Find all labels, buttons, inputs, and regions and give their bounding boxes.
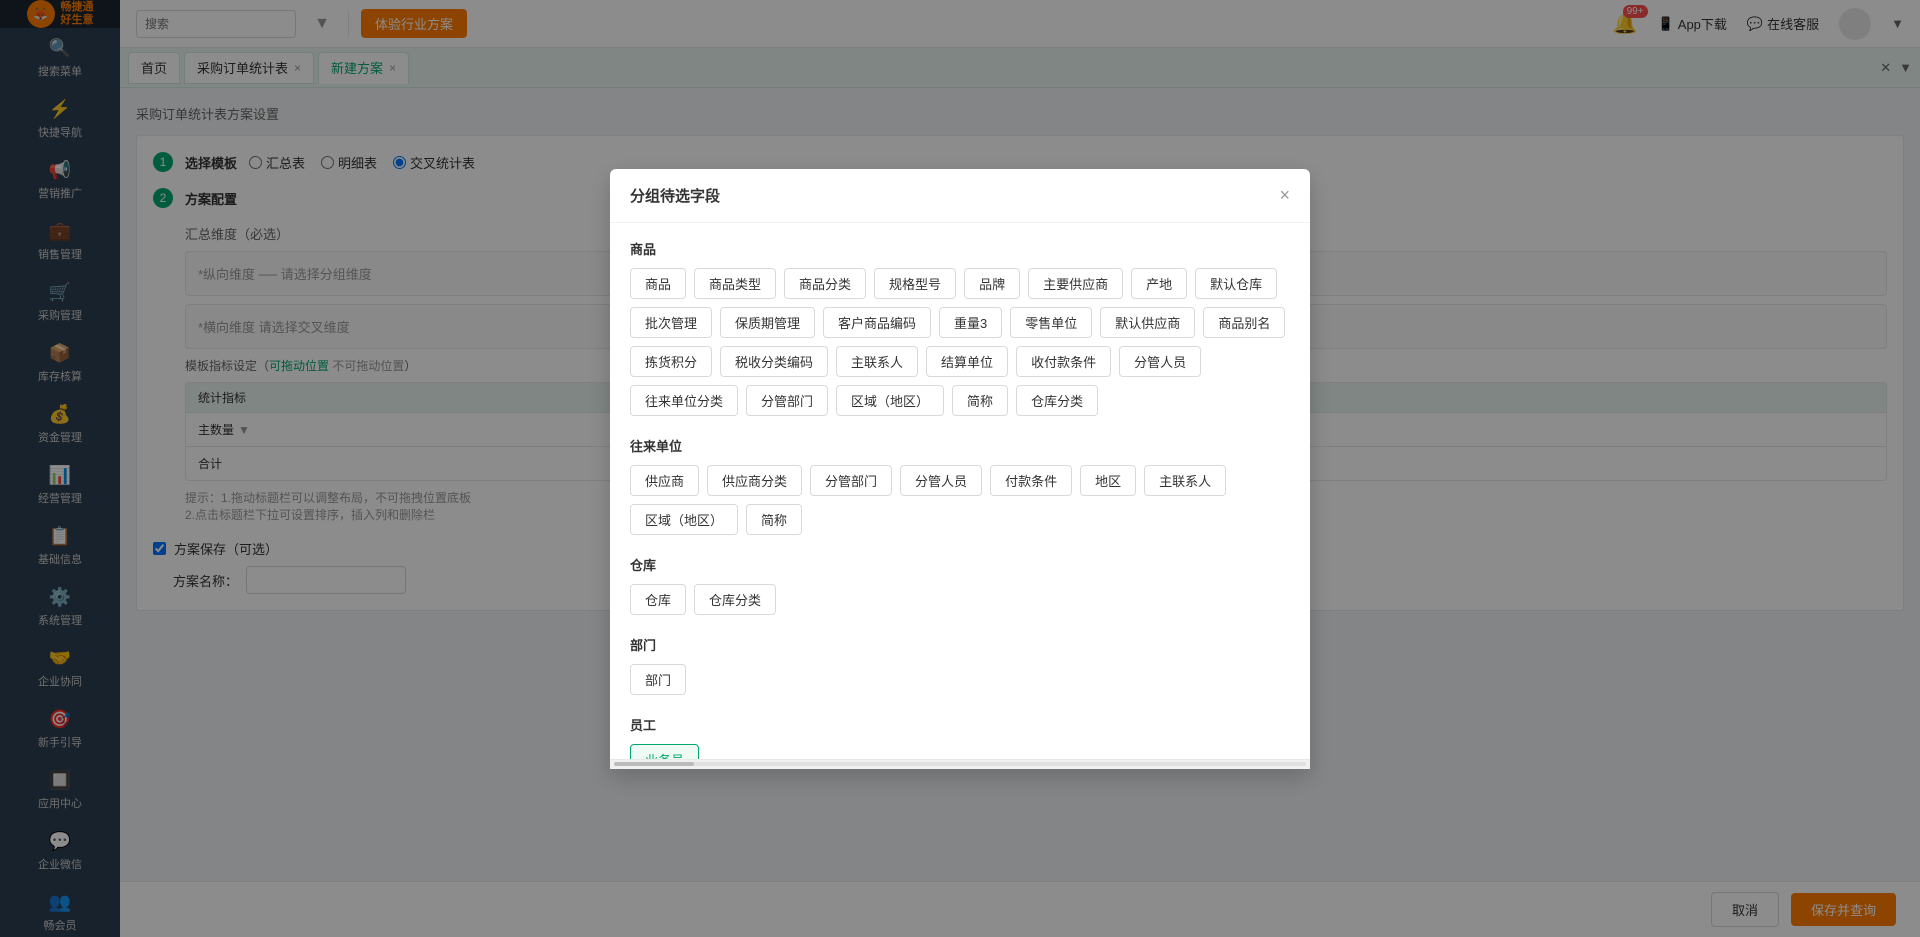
tag-region2[interactable]: 区域（地区）	[630, 504, 738, 535]
tag-origin[interactable]: 产地	[1131, 268, 1187, 299]
hscroll-track	[614, 762, 1306, 766]
tag-short-name[interactable]: 简称	[952, 385, 1008, 416]
tag-product-alias[interactable]: 商品别名	[1203, 307, 1285, 338]
modal-close-button[interactable]: ×	[1279, 185, 1290, 206]
tag-warehouse-cat[interactable]: 仓库分类	[694, 584, 776, 615]
tag-expiry-mgmt[interactable]: 保质期管理	[720, 307, 815, 338]
section-product-title: 商品	[630, 239, 1290, 258]
modal-hscrollbar[interactable]	[610, 759, 1310, 768]
tag-warehouse[interactable]: 仓库	[630, 584, 686, 615]
tag-department[interactable]: 部门	[630, 664, 686, 695]
hscroll-thumb	[614, 762, 694, 766]
section-partner-title: 往来单位	[630, 436, 1290, 455]
tag-batch-mgmt[interactable]: 批次管理	[630, 307, 712, 338]
tag-area[interactable]: 地区	[1080, 465, 1136, 496]
section-partner-tags: 供应商 供应商分类 分管部门 分管人员 付款条件 地区 主联系人 区域（地区） …	[630, 465, 1290, 535]
tag-payment-cond[interactable]: 付款条件	[990, 465, 1072, 496]
tag-payment-terms[interactable]: 收付款条件	[1016, 346, 1111, 377]
tag-manage-person[interactable]: 分管人员	[900, 465, 982, 496]
modal-title: 分组待选字段	[630, 185, 720, 206]
tag-partner-category[interactable]: 往来单位分类	[630, 385, 738, 416]
modal: 分组待选字段 × 商品 商品 商品类型 商品分类 规格型号 品牌 主要供应商 产…	[610, 169, 1310, 769]
tag-short-name2[interactable]: 简称	[746, 504, 802, 535]
section-staff: 员工 业务员	[630, 715, 1290, 760]
tag-weight[interactable]: 重量3	[939, 307, 1002, 338]
section-partner: 往来单位 供应商 供应商分类 分管部门 分管人员 付款条件 地区 主联系人 区域…	[630, 436, 1290, 535]
tag-product[interactable]: 商品	[630, 268, 686, 299]
tag-manage-dept[interactable]: 分管部门	[810, 465, 892, 496]
section-warehouse-title: 仓库	[630, 555, 1290, 574]
tag-pick-points[interactable]: 拣货积分	[630, 346, 712, 377]
tag-tax-code[interactable]: 税收分类编码	[720, 346, 828, 377]
section-product: 商品 商品 商品类型 商品分类 规格型号 品牌 主要供应商 产地 默认仓库 批次…	[630, 239, 1290, 416]
tag-supplier[interactable]: 供应商	[630, 465, 699, 496]
tag-customer-code[interactable]: 客户商品编码	[823, 307, 931, 338]
tag-product-category[interactable]: 商品分类	[784, 268, 866, 299]
section-dept: 部门 部门	[630, 635, 1290, 695]
tag-salesperson[interactable]: 业务员	[630, 744, 699, 760]
tag-default-warehouse[interactable]: 默认仓库	[1195, 268, 1277, 299]
tag-default-supplier[interactable]: 默认供应商	[1100, 307, 1195, 338]
modal-body[interactable]: 商品 商品 商品类型 商品分类 规格型号 品牌 主要供应商 产地 默认仓库 批次…	[610, 223, 1310, 760]
tag-main-supplier[interactable]: 主要供应商	[1028, 268, 1123, 299]
tag-warehouse-category[interactable]: 仓库分类	[1016, 385, 1098, 416]
section-dept-title: 部门	[630, 635, 1290, 654]
tag-spec-model[interactable]: 规格型号	[874, 268, 956, 299]
section-product-tags: 商品 商品类型 商品分类 规格型号 品牌 主要供应商 产地 默认仓库 批次管理 …	[630, 268, 1290, 416]
tag-retail-unit[interactable]: 零售单位	[1010, 307, 1092, 338]
modal-overlay: 分组待选字段 × 商品 商品 商品类型 商品分类 规格型号 品牌 主要供应商 产…	[0, 0, 1920, 937]
tag-main-contact[interactable]: 主联系人	[836, 346, 918, 377]
section-staff-tags: 业务员	[630, 744, 1290, 760]
section-dept-tags: 部门	[630, 664, 1290, 695]
modal-header: 分组待选字段 ×	[610, 169, 1310, 223]
section-warehouse: 仓库 仓库 仓库分类	[630, 555, 1290, 615]
tag-settlement-unit[interactable]: 结算单位	[926, 346, 1008, 377]
tag-main-contact2[interactable]: 主联系人	[1144, 465, 1226, 496]
section-warehouse-tags: 仓库 仓库分类	[630, 584, 1290, 615]
tag-brand[interactable]: 品牌	[964, 268, 1020, 299]
tag-dept-manager[interactable]: 分管人员	[1119, 346, 1201, 377]
tag-dept[interactable]: 分管部门	[746, 385, 828, 416]
tag-product-type[interactable]: 商品类型	[694, 268, 776, 299]
tag-supplier-category[interactable]: 供应商分类	[707, 465, 802, 496]
tag-region[interactable]: 区域（地区）	[836, 385, 944, 416]
section-staff-title: 员工	[630, 715, 1290, 734]
